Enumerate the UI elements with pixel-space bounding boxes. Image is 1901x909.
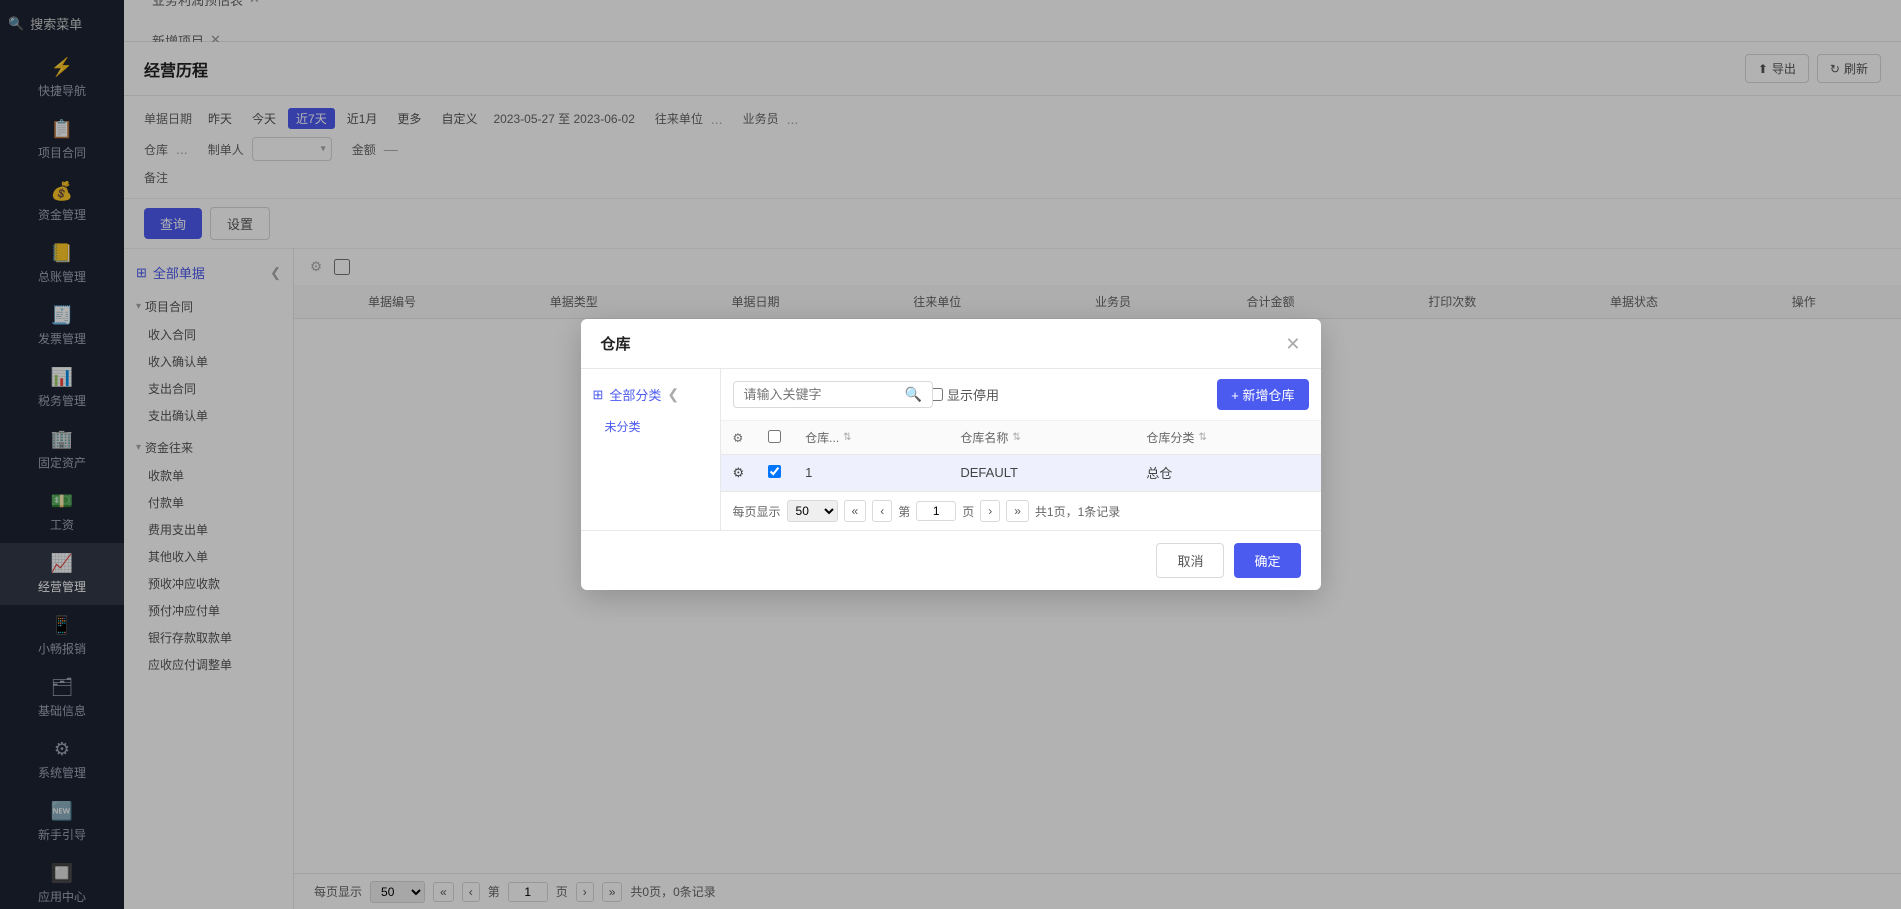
row-gear-icon[interactable]: ⚙: [733, 465, 745, 480]
modal-pagination: 每页显示 50 100 « ‹ 第 页 › » 共1页，1条记录: [721, 491, 1321, 530]
modal-body: ⊞ 全部分类 ❮ 未分类 🔍 显示停用: [581, 369, 1321, 530]
modal-toolbar: 🔍 显示停用 + 新增仓库: [721, 369, 1321, 421]
modal-page-input[interactable]: [916, 501, 956, 521]
modal-search-btn[interactable]: 🔍: [905, 386, 922, 403]
modal-header: 仓库 ✕: [581, 319, 1321, 369]
modal-table-row[interactable]: ⚙ 1 DEFAULT 总仓: [721, 455, 1321, 491]
modal-row-id: 1: [793, 455, 948, 491]
sort-icon-name[interactable]: ⇅: [1012, 432, 1020, 443]
modal-th-code: 仓库... ⇅: [793, 421, 948, 455]
modal-per-page-label: 每页显示: [733, 503, 781, 520]
modal-row-check[interactable]: [756, 455, 793, 491]
modal-per-page-select[interactable]: 50 100: [787, 500, 838, 522]
modal-all-category[interactable]: ⊞ 全部分类 ❮: [581, 377, 720, 412]
sort-icon-code[interactable]: ⇅: [843, 432, 851, 443]
modal-th-check: [756, 421, 793, 455]
modal-th-gear: ⚙: [721, 421, 757, 455]
modal-category-panel: ⊞ 全部分类 ❮ 未分类: [581, 369, 721, 530]
sort-icon-category[interactable]: ⇅: [1198, 432, 1206, 443]
modal-row-gear[interactable]: ⚙: [721, 455, 757, 491]
add-warehouse-btn[interactable]: + 新增仓库: [1217, 379, 1308, 410]
gear-icon[interactable]: ⚙: [733, 431, 744, 445]
show-disabled-label[interactable]: 显示停用: [930, 385, 999, 404]
warehouse-modal: 仓库 ✕ ⊞ 全部分类 ❮ 未分类: [581, 319, 1321, 590]
grid-icon-sm: ⊞: [593, 387, 604, 403]
modal-cat-uncategorized[interactable]: 未分类: [581, 412, 720, 441]
modal-select-all-checkbox[interactable]: [768, 430, 781, 443]
modal-footer: 取消 确定: [581, 530, 1321, 590]
modal-close-btn[interactable]: ✕: [1285, 335, 1300, 353]
modal-next-btn[interactable]: ›: [980, 500, 1000, 522]
modal-last-btn[interactable]: »: [1006, 500, 1029, 522]
modal-row-code: DEFAULT: [948, 455, 1134, 491]
modal-cancel-btn[interactable]: 取消: [1156, 543, 1224, 578]
modal-row-name: 总仓: [1134, 455, 1320, 491]
modal-right-panel: 🔍 显示停用 + 新增仓库: [721, 369, 1321, 530]
modal-th-name: 仓库名称 ⇅: [948, 421, 1134, 455]
modal-first-btn[interactable]: «: [844, 500, 867, 522]
modal-left-collapse-btn[interactable]: ❮: [667, 386, 679, 403]
modal-table-header: ⚙ 仓库... ⇅: [721, 421, 1321, 455]
modal-table-wrap: ⚙ 仓库... ⇅: [721, 421, 1321, 491]
modal-table: ⚙ 仓库... ⇅: [721, 421, 1321, 491]
modal-th-category: 仓库分类 ⇅: [1134, 421, 1320, 455]
modal-prev-btn[interactable]: ‹: [872, 500, 892, 522]
modal-overlay[interactable]: 仓库 ✕ ⊞ 全部分类 ❮ 未分类: [0, 0, 1901, 909]
modal-title: 仓库: [601, 333, 631, 354]
modal-search-input[interactable]: [733, 381, 933, 408]
modal-row-checkbox[interactable]: [768, 465, 781, 478]
modal-total-text: 共1页，1条记录: [1035, 503, 1120, 520]
modal-table-body: ⚙ 1 DEFAULT 总仓: [721, 455, 1321, 491]
modal-confirm-btn[interactable]: 确定: [1234, 543, 1300, 578]
